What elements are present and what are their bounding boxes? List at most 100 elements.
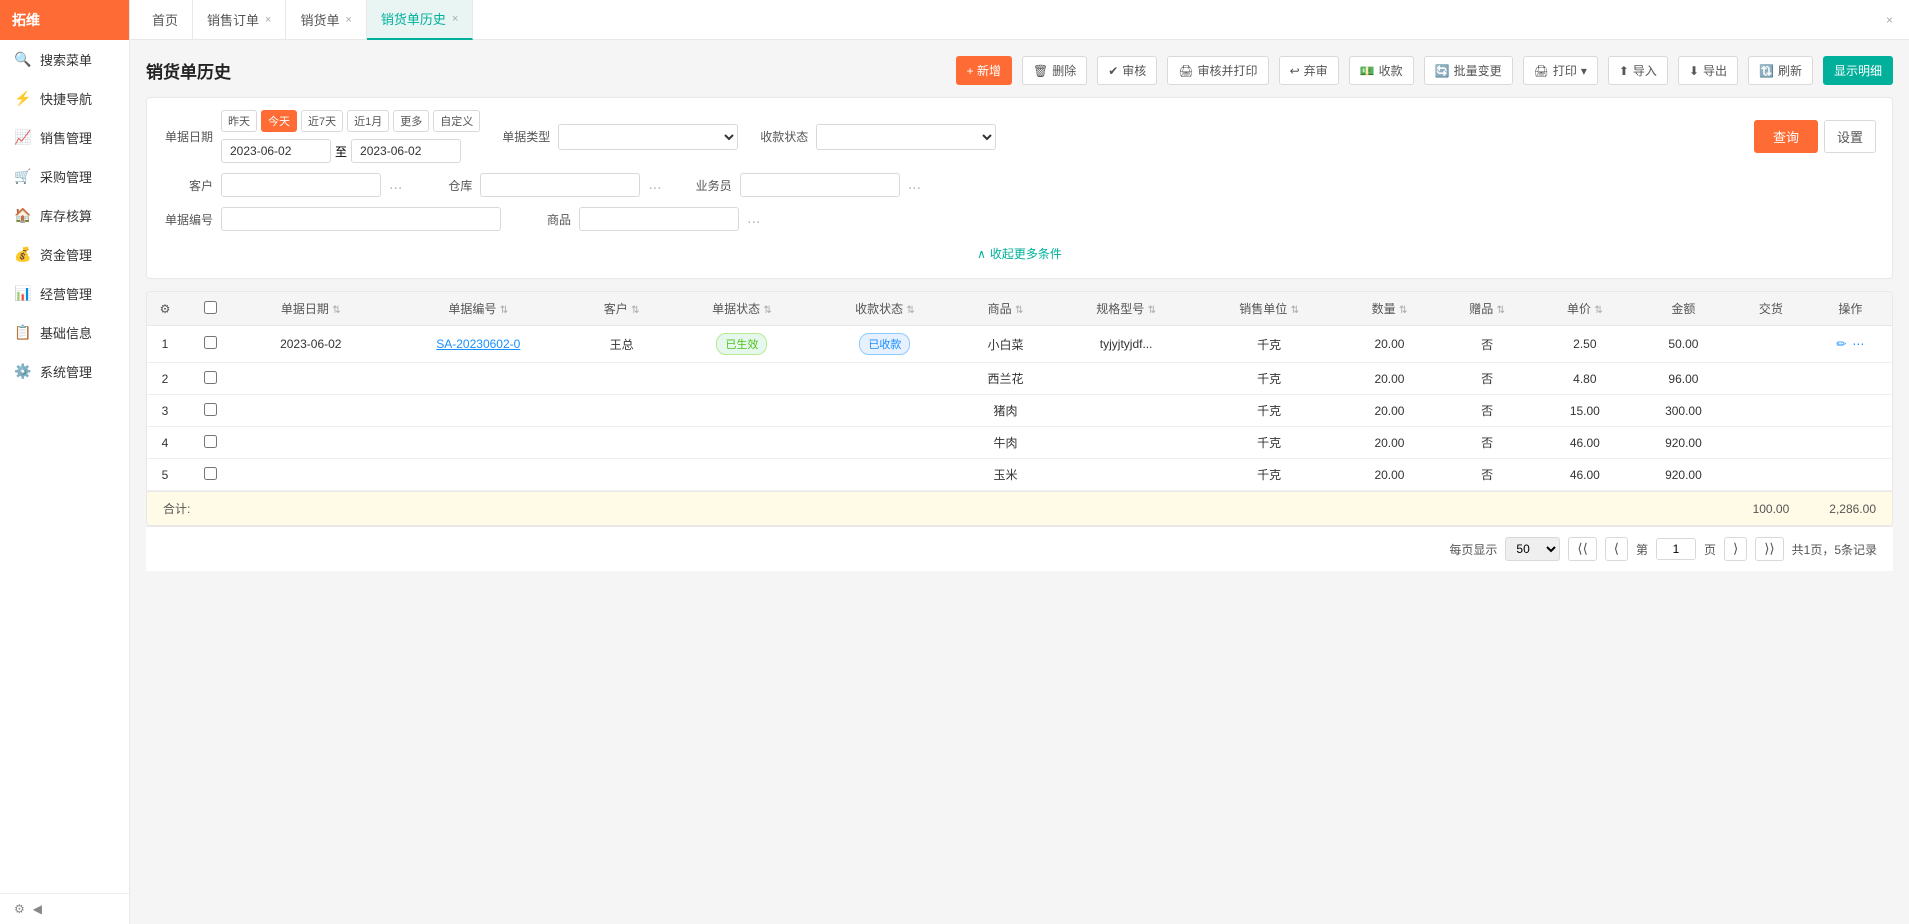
close-all-tabs-btn[interactable]: × <box>1878 9 1901 31</box>
select-all-checkbox[interactable] <box>204 301 217 314</box>
sidebar-item-system[interactable]: ⚙️ 系统管理 <box>0 352 129 391</box>
tab-sales-order-close[interactable]: × <box>265 14 271 26</box>
audit-button[interactable]: ✔ 审核 <box>1097 56 1157 85</box>
table-header-unit[interactable]: 销售单位 ⇅ <box>1198 292 1341 326</box>
refresh-button[interactable]: 🔃 刷新 <box>1748 56 1813 85</box>
table-header-unit-price[interactable]: 单价 ⇅ <box>1536 292 1634 326</box>
table-header-spec[interactable]: 规格型号 ⇅ <box>1055 292 1198 326</box>
unit-cell: 千克 <box>1198 427 1341 459</box>
sidebar-item-operations[interactable]: 📊 经营管理 <box>0 274 129 313</box>
first-page-btn[interactable]: ⟨⟨ <box>1568 537 1596 561</box>
tab-sales-goods-close[interactable]: × <box>345 14 351 26</box>
collect-button[interactable]: 💵 收款 <box>1349 56 1414 85</box>
tab-sales-history[interactable]: 销货单历史 × <box>367 0 473 40</box>
new-button[interactable]: + 新增 <box>956 56 1012 85</box>
tab-sales-history-close[interactable]: × <box>452 13 458 25</box>
table-header-customer[interactable]: 客户 ⇅ <box>573 292 671 326</box>
date-range: 至 <box>221 139 480 163</box>
tab-sales-order[interactable]: 销售订单 × <box>193 0 286 40</box>
collapse-filter-btn[interactable]: ∧ 收起更多条件 <box>163 241 1876 266</box>
table-header-qty[interactable]: 数量 ⇅ <box>1341 292 1439 326</box>
table-header-goods[interactable]: 商品 ⇅ <box>956 292 1054 326</box>
date-from-input[interactable] <box>221 139 331 163</box>
table-header-doc-date[interactable]: 单据日期 ⇅ <box>238 292 384 326</box>
doc-status-cell <box>670 459 813 491</box>
filter-action-buttons: 查询 设置 <box>1754 120 1876 153</box>
table-gear-header[interactable]: ⚙ <box>147 292 183 326</box>
warehouse-filter: 仓库 ... <box>422 173 661 197</box>
print-button[interactable]: 🖨 打印 ▾ <box>1523 56 1598 85</box>
table-header-doc-status[interactable]: 单据状态 ⇅ <box>670 292 813 326</box>
doc-type-select[interactable] <box>558 124 738 150</box>
content-area: 销货单历史 + 新增 🗑 删除 ✔ 审核 🖨 审核并打印 ↩ 弃审 <box>130 40 1909 924</box>
sidebar-item-basic-info[interactable]: 📋 基础信息 <box>0 313 129 352</box>
sidebar-item-purchase-mgmt[interactable]: 🛒 采购管理 <box>0 157 129 196</box>
export-button[interactable]: ⬇ 导出 <box>1678 56 1738 85</box>
date-btn-more[interactable]: 更多 <box>393 110 429 132</box>
salesperson-input[interactable] <box>740 173 900 197</box>
warehouse-more-btn[interactable]: ... <box>648 176 661 194</box>
doc-date-cell <box>238 395 384 427</box>
row-select-checkbox[interactable] <box>204 371 217 384</box>
query-button[interactable]: 查询 <box>1754 120 1818 153</box>
tab-home[interactable]: 首页 <box>138 0 193 40</box>
sidebar-settings-btn[interactable]: ⚙ ◀ <box>0 894 129 924</box>
prev-page-btn[interactable]: ⟨ <box>1605 537 1628 561</box>
date-btn-yesterday[interactable]: 昨天 <box>221 110 257 132</box>
row-select-checkbox[interactable] <box>204 403 217 416</box>
edit-action-icon[interactable]: ✏ <box>1836 337 1846 351</box>
row-select-checkbox[interactable] <box>204 467 217 480</box>
salesperson-more-btn[interactable]: ... <box>908 176 921 194</box>
date-btn-1month[interactable]: 近1月 <box>347 110 389 132</box>
doc-status-cell <box>670 427 813 459</box>
sidebar-item-finance[interactable]: 💰 资金管理 <box>0 235 129 274</box>
page-label: 页 <box>1704 541 1716 558</box>
status-badge: 已生效 <box>716 333 767 355</box>
warehouse-input[interactable] <box>480 173 640 197</box>
actions-cell[interactable]: ✏⋯ <box>1809 326 1892 363</box>
row-select-checkbox[interactable] <box>204 336 217 349</box>
customer-more-btn[interactable]: ... <box>389 176 402 194</box>
settings-button[interactable]: 设置 <box>1824 120 1876 153</box>
page-size-select[interactable]: 50 100 200 <box>1505 537 1560 561</box>
sidebar-item-label: 库存核算 <box>40 206 92 225</box>
table-header-gift[interactable]: 赠品 ⇅ <box>1438 292 1536 326</box>
date-btn-custom[interactable]: 自定义 <box>433 110 480 132</box>
table-header-doc-no[interactable]: 单据编号 ⇅ <box>384 292 573 326</box>
customer-input[interactable] <box>221 173 381 197</box>
page-number-input[interactable] <box>1656 538 1696 560</box>
payment-status-select[interactable] <box>816 124 996 150</box>
tab-home-label: 首页 <box>152 10 178 29</box>
goods-cell: 西兰花 <box>956 363 1054 395</box>
abandon-button[interactable]: ↩ 弃审 <box>1279 56 1339 85</box>
table-checkbox-header[interactable] <box>183 292 238 326</box>
sidebar-item-sales-mgmt[interactable]: 📈 销售管理 <box>0 118 129 157</box>
row-num-cell: 1 <box>147 326 183 363</box>
sidebar-item-search-menu[interactable]: 🔍 搜索菜单 <box>0 40 129 79</box>
print-icon: 🖨 <box>1534 64 1549 78</box>
more-action-icon[interactable]: ⋯ <box>1852 337 1864 351</box>
sidebar-item-quick-nav[interactable]: ⚡ 快捷导航 <box>0 79 129 118</box>
amount-cell: 300.00 <box>1634 395 1733 427</box>
tab-sales-goods[interactable]: 销货单 × <box>286 0 366 40</box>
date-to-input[interactable] <box>351 139 461 163</box>
doc-no-link[interactable]: SA-20230602-0 <box>436 337 520 351</box>
batch-change-button[interactable]: 🔄 批量变更 <box>1424 56 1513 85</box>
goods-more-btn[interactable]: ... <box>747 210 760 228</box>
next-page-btn[interactable]: ⟩ <box>1724 537 1747 561</box>
date-btn-7days[interactable]: 近7天 <box>301 110 343 132</box>
doc-no-input[interactable] <box>221 207 501 231</box>
audit-print-button[interactable]: 🖨 审核并打印 <box>1167 56 1268 85</box>
show-detail-button[interactable]: 显示明细 <box>1823 56 1893 85</box>
import-button[interactable]: ⬆ 导入 <box>1608 56 1668 85</box>
table-header-payment-status[interactable]: 收款状态 ⇅ <box>813 292 956 326</box>
refresh-label: 刷新 <box>1778 62 1802 79</box>
goods-input[interactable] <box>579 207 739 231</box>
sidebar-item-inventory[interactable]: 🏠 库存核算 <box>0 196 129 235</box>
table-header-amount: 金额 <box>1634 292 1733 326</box>
delete-button[interactable]: 🗑 删除 <box>1022 56 1087 85</box>
row-select-checkbox[interactable] <box>204 435 217 448</box>
last-page-btn[interactable]: ⟩⟩ <box>1755 537 1783 561</box>
gift-cell: 否 <box>1438 363 1536 395</box>
date-btn-today[interactable]: 今天 <box>261 110 297 132</box>
